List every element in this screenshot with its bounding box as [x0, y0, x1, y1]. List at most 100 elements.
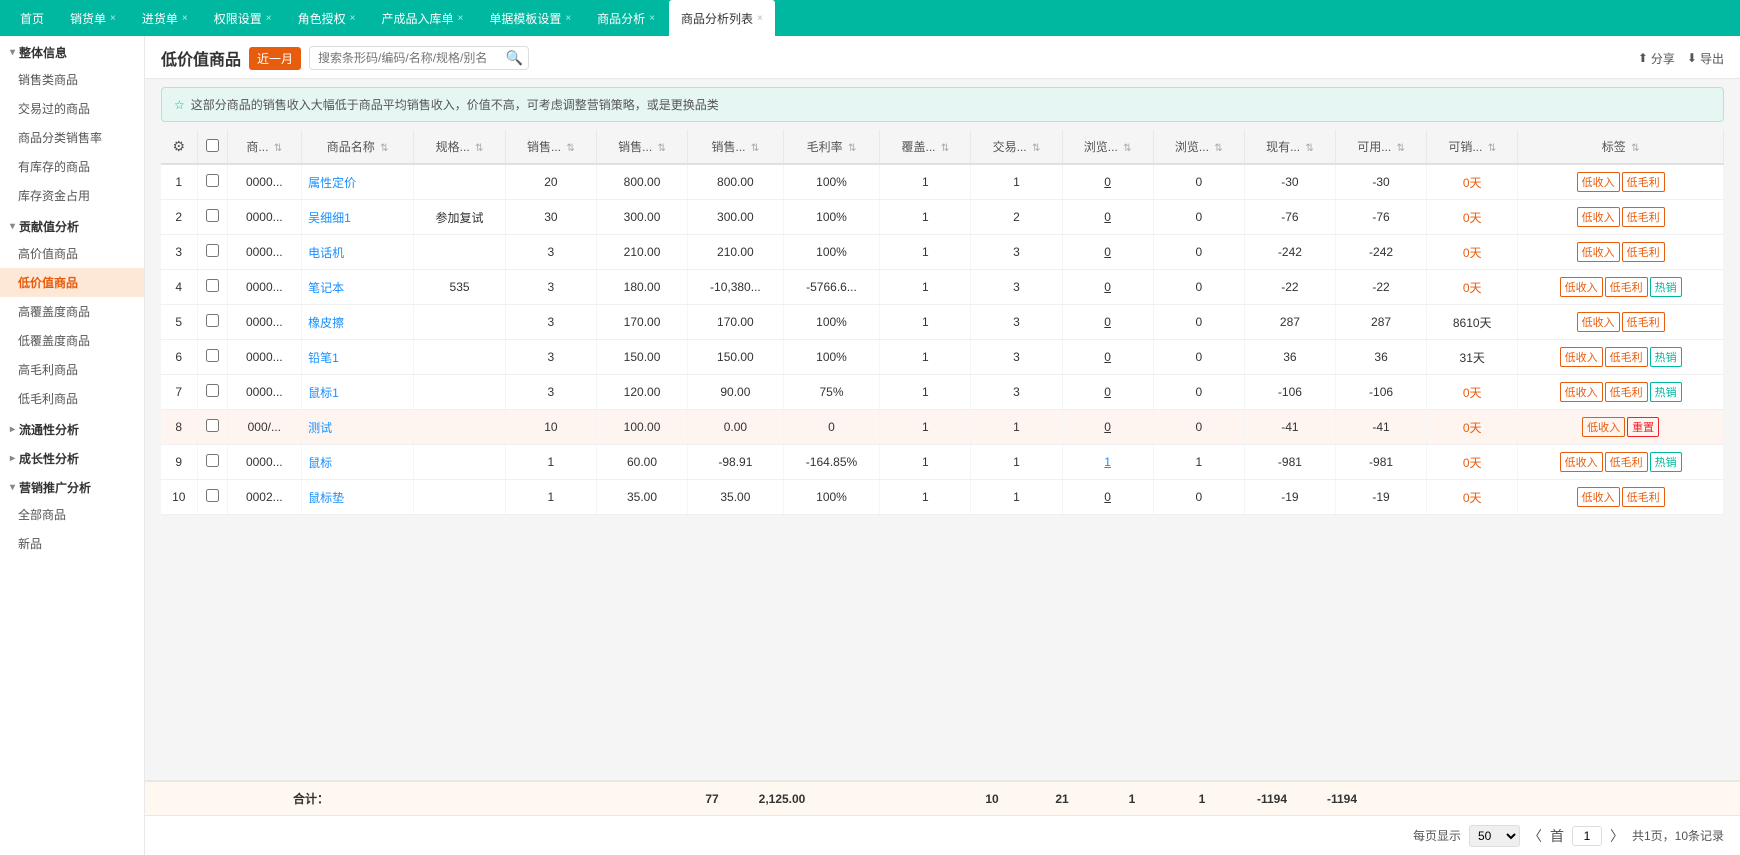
- cell-views1[interactable]: 0: [1062, 305, 1153, 340]
- cell-views1[interactable]: 0: [1062, 164, 1153, 200]
- cell-name[interactable]: 电话机: [302, 235, 414, 270]
- table-area[interactable]: ⚙ 商... ⇅ 商品名称 ⇅ 规格... ⇅ 销售... ⇅ 销售... ⇅ …: [145, 130, 1740, 780]
- close-icon[interactable]: ×: [350, 13, 356, 24]
- nav-sales-order[interactable]: 销货单 ×: [58, 0, 128, 36]
- cell-views1[interactable]: 0: [1062, 410, 1153, 445]
- row-checkbox[interactable]: [206, 279, 219, 292]
- sidebar-item-all-products[interactable]: 全部商品: [0, 500, 144, 529]
- first-page-button[interactable]: 〈: [1528, 826, 1542, 846]
- nav-product-analysis[interactable]: 商品分析 ×: [585, 0, 667, 36]
- nav-permission[interactable]: 权限设置 ×: [202, 0, 284, 36]
- views-link[interactable]: 0: [1104, 245, 1111, 259]
- sidebar-item-low-coverage[interactable]: 低覆盖度商品: [0, 326, 144, 355]
- views-link[interactable]: 0: [1104, 175, 1111, 189]
- sidebar-group-circulation[interactable]: ▸ 流通性分析: [0, 413, 144, 442]
- gear-icon[interactable]: ⚙: [172, 138, 185, 154]
- close-icon[interactable]: ×: [757, 13, 763, 24]
- sidebar-item-traded-products[interactable]: 交易过的商品: [0, 94, 144, 123]
- cell-views1[interactable]: 0: [1062, 235, 1153, 270]
- page-size-select[interactable]: 50 100 200: [1469, 825, 1520, 847]
- close-icon[interactable]: ×: [266, 13, 272, 24]
- views-link[interactable]: 0: [1104, 420, 1111, 434]
- row-checkbox[interactable]: [206, 384, 219, 397]
- cell-name[interactable]: 铅笔1: [302, 340, 414, 375]
- prev-page-button[interactable]: 首: [1550, 826, 1564, 846]
- row-checkbox[interactable]: [206, 349, 219, 362]
- views-link[interactable]: 0: [1104, 350, 1111, 364]
- nav-product-inbound[interactable]: 产成品入库单 ×: [369, 0, 475, 36]
- sidebar-group-overall[interactable]: ▾ 整体信息: [0, 36, 144, 65]
- row-checkbox[interactable]: [206, 244, 219, 257]
- cell-views1[interactable]: 0: [1062, 200, 1153, 235]
- sidebar-item-stock-products[interactable]: 有库存的商品: [0, 152, 144, 181]
- cell-name[interactable]: 测试: [302, 410, 414, 445]
- close-icon[interactable]: ×: [110, 13, 116, 24]
- cell-name[interactable]: 笔记本: [302, 270, 414, 305]
- cell-views1[interactable]: 0: [1062, 375, 1153, 410]
- page-number-input[interactable]: [1572, 826, 1602, 846]
- views-link[interactable]: 1: [1104, 455, 1111, 469]
- filter-date-button[interactable]: 近一月: [249, 47, 301, 70]
- views-link[interactable]: 0: [1104, 315, 1111, 329]
- search-input[interactable]: [309, 46, 529, 70]
- cell-checkbox[interactable]: [197, 375, 227, 410]
- export-button[interactable]: ⬇ 导出: [1687, 50, 1724, 67]
- nav-home[interactable]: 首页: [8, 0, 56, 36]
- cell-checkbox[interactable]: [197, 445, 227, 480]
- sidebar-item-sales-products[interactable]: 销售类商品: [0, 65, 144, 94]
- cell-checkbox[interactable]: [197, 200, 227, 235]
- row-checkbox[interactable]: [206, 454, 219, 467]
- sidebar-item-high-margin[interactable]: 高毛利商品: [0, 355, 144, 384]
- nav-template-setting[interactable]: 单据模板设置 ×: [477, 0, 583, 36]
- sidebar-item-stock-capital[interactable]: 库存资金占用: [0, 181, 144, 210]
- nav-role-auth[interactable]: 角色授权 ×: [286, 0, 368, 36]
- row-checkbox[interactable]: [206, 314, 219, 327]
- cell-checkbox[interactable]: [197, 305, 227, 340]
- share-button[interactable]: ⬆ 分享: [1638, 50, 1675, 67]
- cell-name[interactable]: 鼠标垫: [302, 480, 414, 515]
- cell-name[interactable]: 吴细细1: [302, 200, 414, 235]
- th-checkbox[interactable]: [197, 130, 227, 164]
- cell-name[interactable]: 鼠标1: [302, 375, 414, 410]
- sidebar-group-contribution[interactable]: ▾ 贡献值分析: [0, 210, 144, 239]
- close-icon[interactable]: ×: [565, 13, 571, 24]
- sidebar-item-low-value[interactable]: 低价值商品: [0, 268, 144, 297]
- sidebar-item-new-products[interactable]: 新品: [0, 529, 144, 558]
- cell-name[interactable]: 属性定价: [302, 164, 414, 200]
- cell-views1[interactable]: 0: [1062, 270, 1153, 305]
- sidebar-item-high-value[interactable]: 高价值商品: [0, 239, 144, 268]
- cell-checkbox[interactable]: [197, 164, 227, 200]
- cell-name[interactable]: 鼠标: [302, 445, 414, 480]
- nav-purchase-order[interactable]: 进货单 ×: [130, 0, 200, 36]
- th-settings[interactable]: ⚙: [161, 130, 197, 164]
- row-checkbox[interactable]: [206, 489, 219, 502]
- cell-views1[interactable]: 0: [1062, 340, 1153, 375]
- cell-checkbox[interactable]: [197, 340, 227, 375]
- cell-name[interactable]: 橡皮擦: [302, 305, 414, 340]
- sidebar-item-low-margin[interactable]: 低毛利商品: [0, 384, 144, 413]
- search-icon[interactable]: 🔍: [506, 50, 523, 67]
- close-icon[interactable]: ×: [649, 13, 655, 24]
- cell-checkbox[interactable]: [197, 480, 227, 515]
- sidebar-group-marketing[interactable]: ▾ 营销推广分析: [0, 471, 144, 500]
- cell-views1[interactable]: 0: [1062, 480, 1153, 515]
- views-link[interactable]: 0: [1104, 210, 1111, 224]
- views-link[interactable]: 0: [1104, 280, 1111, 294]
- row-checkbox[interactable]: [206, 209, 219, 222]
- cell-views1[interactable]: 1: [1062, 445, 1153, 480]
- next-page-button[interactable]: 〉: [1610, 826, 1624, 846]
- close-icon[interactable]: ×: [457, 13, 463, 24]
- views-link[interactable]: 0: [1104, 385, 1111, 399]
- views-link[interactable]: 0: [1104, 490, 1111, 504]
- sidebar-item-high-coverage[interactable]: 高覆盖度商品: [0, 297, 144, 326]
- cell-checkbox[interactable]: [197, 410, 227, 445]
- close-icon[interactable]: ×: [182, 13, 188, 24]
- nav-product-analysis-list[interactable]: 商品分析列表 ×: [669, 0, 775, 36]
- cell-checkbox[interactable]: [197, 235, 227, 270]
- cell-checkbox[interactable]: [197, 270, 227, 305]
- sidebar-group-growth[interactable]: ▸ 成长性分析: [0, 442, 144, 471]
- row-checkbox[interactable]: [206, 419, 219, 432]
- select-all-checkbox[interactable]: [206, 139, 219, 152]
- row-checkbox[interactable]: [206, 174, 219, 187]
- sidebar-item-category-sales-rate[interactable]: 商品分类销售率: [0, 123, 144, 152]
